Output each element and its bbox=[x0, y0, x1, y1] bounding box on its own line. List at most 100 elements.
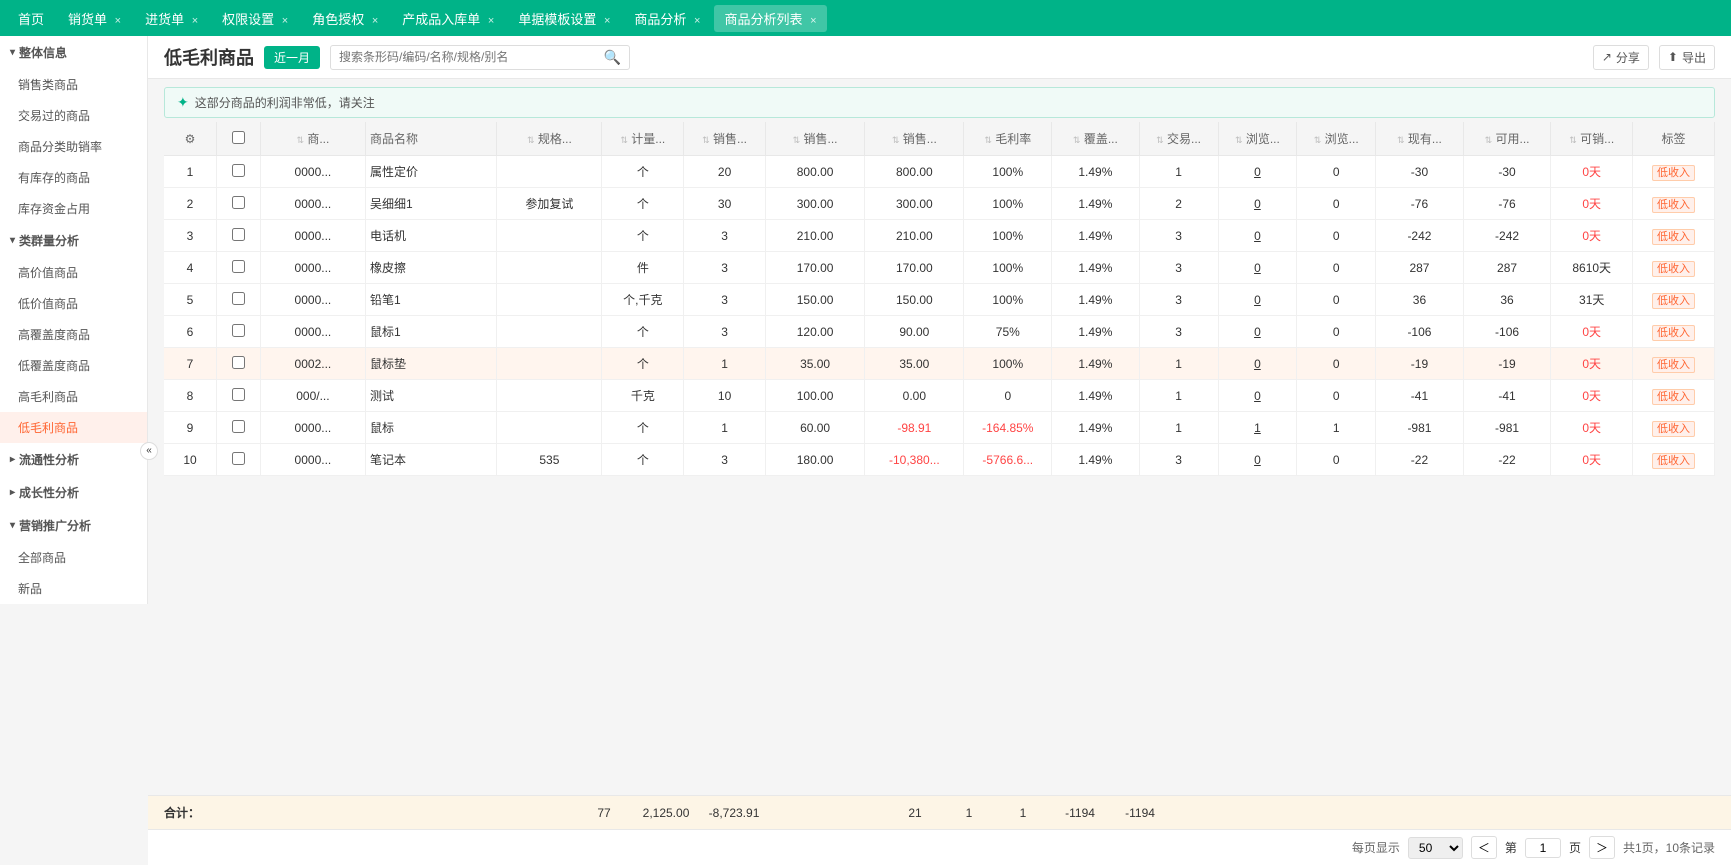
row-checkbox[interactable] bbox=[232, 388, 245, 401]
close-icon[interactable]: × bbox=[192, 15, 198, 27]
nav-goods-analysis-list[interactable]: 商品分析列表 × bbox=[714, 5, 826, 32]
close-icon[interactable]: × bbox=[115, 15, 121, 27]
select-all-checkbox[interactable] bbox=[232, 131, 245, 144]
cell-check[interactable] bbox=[217, 156, 261, 188]
col-header-sale-days[interactable]: ⇅ 可销... bbox=[1551, 122, 1633, 156]
sidebar-group-flow[interactable]: ▸ 流通性分析 bbox=[0, 443, 147, 476]
sidebar-item-high-value[interactable]: 高价值商品 bbox=[0, 257, 147, 288]
nav-sales[interactable]: 销货单 × bbox=[58, 5, 131, 32]
close-icon[interactable]: × bbox=[810, 15, 816, 27]
col-header-sales-price[interactable]: ⇅ 销售... bbox=[765, 122, 864, 156]
nav-permission[interactable]: 权限设置 × bbox=[212, 5, 298, 32]
search-input[interactable] bbox=[339, 50, 604, 64]
cell-browse1[interactable]: 0 bbox=[1218, 316, 1297, 348]
footer-check bbox=[256, 806, 286, 820]
col-header-current-stock[interactable]: ⇅ 现有... bbox=[1376, 122, 1464, 156]
sidebar-item-sales-goods[interactable]: 销售类商品 bbox=[0, 69, 147, 100]
row-checkbox[interactable] bbox=[232, 356, 245, 369]
close-icon[interactable]: × bbox=[694, 15, 700, 27]
cell-check[interactable] bbox=[217, 220, 261, 252]
col-header-trade[interactable]: ⇅ 交易... bbox=[1139, 122, 1218, 156]
col-header-settings[interactable]: ⚙ bbox=[164, 122, 217, 156]
nav-template[interactable]: 单据模板设置 × bbox=[508, 5, 620, 32]
cell-check[interactable] bbox=[217, 284, 261, 316]
cell-browse1[interactable]: 0 bbox=[1218, 284, 1297, 316]
sidebar-item-high-gross[interactable]: 高毛利商品 bbox=[0, 381, 147, 412]
col-header-cover[interactable]: ⇅ 覆盖... bbox=[1052, 122, 1140, 156]
cell-browse1[interactable]: 0 bbox=[1218, 188, 1297, 220]
page-number-input[interactable] bbox=[1525, 838, 1561, 858]
sidebar-item-category-rate[interactable]: 商品分类助销率 bbox=[0, 131, 147, 162]
prev-page-button[interactable]: ＜ bbox=[1471, 836, 1497, 859]
cell-check[interactable] bbox=[217, 444, 261, 476]
cell-sales-amt: -98.91 bbox=[865, 412, 964, 444]
share-button[interactable]: ↗ 分享 bbox=[1593, 45, 1649, 70]
sidebar-item-low-value[interactable]: 低价值商品 bbox=[0, 288, 147, 319]
col-header-tag[interactable]: 标签 bbox=[1633, 122, 1715, 156]
sidebar-item-high-cover[interactable]: 高覆盖度商品 bbox=[0, 319, 147, 350]
nav-goods-analysis[interactable]: 商品分析 × bbox=[624, 5, 710, 32]
sidebar-group-overall[interactable]: ▾ 整体信息 bbox=[0, 36, 147, 69]
sidebar-item-new-goods[interactable]: 新品 bbox=[0, 573, 147, 604]
sidebar-item-stock-capital[interactable]: 库存资金占用 bbox=[0, 193, 147, 224]
cell-check[interactable] bbox=[217, 380, 261, 412]
col-header-gross[interactable]: ⇅ 毛利率 bbox=[964, 122, 1052, 156]
close-icon[interactable]: × bbox=[372, 15, 378, 27]
filter-button[interactable]: 近一月 bbox=[264, 46, 320, 69]
nav-home[interactable]: 首页 bbox=[8, 5, 54, 32]
col-header-sales-qty[interactable]: ⇅ 销售... bbox=[684, 122, 766, 156]
cell-check[interactable] bbox=[217, 188, 261, 220]
col-header-check[interactable] bbox=[217, 122, 261, 156]
sidebar-item-all-goods[interactable]: 全部商品 bbox=[0, 542, 147, 573]
export-button[interactable]: ⬆ 导出 bbox=[1659, 45, 1715, 70]
close-icon[interactable]: × bbox=[604, 15, 610, 27]
cell-check[interactable] bbox=[217, 252, 261, 284]
cell-tag: 低收入 bbox=[1633, 380, 1715, 412]
cell-browse1[interactable]: 0 bbox=[1218, 156, 1297, 188]
col-header-avail-stock[interactable]: ⇅ 可用... bbox=[1463, 122, 1551, 156]
close-icon[interactable]: × bbox=[488, 15, 494, 27]
col-header-code[interactable]: ⇅ 商... bbox=[260, 122, 365, 156]
row-checkbox[interactable] bbox=[232, 292, 245, 305]
cell-check[interactable] bbox=[217, 348, 261, 380]
close-icon[interactable]: × bbox=[282, 15, 288, 27]
row-checkbox[interactable] bbox=[232, 228, 245, 241]
nav-role[interactable]: 角色授权 × bbox=[302, 5, 388, 32]
row-checkbox[interactable] bbox=[232, 196, 245, 209]
cell-browse1[interactable]: 1 bbox=[1218, 412, 1297, 444]
sidebar-item-low-cover[interactable]: 低覆盖度商品 bbox=[0, 350, 147, 381]
table-container[interactable]: ⚙ ⇅ 商... 商品名称 ⇅ 规格... ⇅ 计量... ⇅ 销售... ⇅ … bbox=[148, 122, 1731, 795]
cell-name: 鼠标垫 bbox=[365, 348, 496, 380]
col-header-browse2[interactable]: ⇅ 浏览... bbox=[1297, 122, 1376, 156]
sidebar-item-low-gross[interactable]: 低毛利商品 bbox=[0, 412, 147, 443]
per-page-select[interactable]: 50 100 200 bbox=[1408, 837, 1463, 859]
col-header-spec[interactable]: ⇅ 规格... bbox=[497, 122, 602, 156]
sidebar-group-growth[interactable]: ▸ 成长性分析 bbox=[0, 476, 147, 509]
col-header-name[interactable]: 商品名称 bbox=[365, 122, 496, 156]
cell-check[interactable] bbox=[217, 316, 261, 348]
col-header-browse1[interactable]: ⇅ 浏览... bbox=[1218, 122, 1297, 156]
sidebar-group-cluster[interactable]: ▾ 类群量分析 bbox=[0, 224, 147, 257]
next-page-button[interactable]: ＞ bbox=[1589, 836, 1615, 859]
nav-purchase[interactable]: 进货单 × bbox=[135, 5, 208, 32]
cell-browse1[interactable]: 0 bbox=[1218, 380, 1297, 412]
sidebar-collapse-button[interactable]: « bbox=[140, 442, 158, 460]
col-header-unit[interactable]: ⇅ 计量... bbox=[602, 122, 684, 156]
cell-browse1[interactable]: 0 bbox=[1218, 348, 1297, 380]
cell-sales-amt: 150.00 bbox=[865, 284, 964, 316]
row-checkbox[interactable] bbox=[232, 164, 245, 177]
cell-check[interactable] bbox=[217, 412, 261, 444]
sidebar-item-traded-goods[interactable]: 交易过的商品 bbox=[0, 100, 147, 131]
cell-browse1[interactable]: 0 bbox=[1218, 220, 1297, 252]
search-icon[interactable]: 🔍 bbox=[604, 49, 621, 66]
cell-browse1[interactable]: 0 bbox=[1218, 252, 1297, 284]
sidebar-item-instock-goods[interactable]: 有库存的商品 bbox=[0, 162, 147, 193]
cell-browse1[interactable]: 0 bbox=[1218, 444, 1297, 476]
row-checkbox[interactable] bbox=[232, 324, 245, 337]
col-header-sales-amt[interactable]: ⇅ 销售... bbox=[865, 122, 964, 156]
row-checkbox[interactable] bbox=[232, 260, 245, 273]
row-checkbox[interactable] bbox=[232, 452, 245, 465]
nav-product-entry[interactable]: 产成品入库单 × bbox=[392, 5, 504, 32]
row-checkbox[interactable] bbox=[232, 420, 245, 433]
sidebar-group-marketing[interactable]: ▾ 营销推广分析 bbox=[0, 509, 147, 542]
